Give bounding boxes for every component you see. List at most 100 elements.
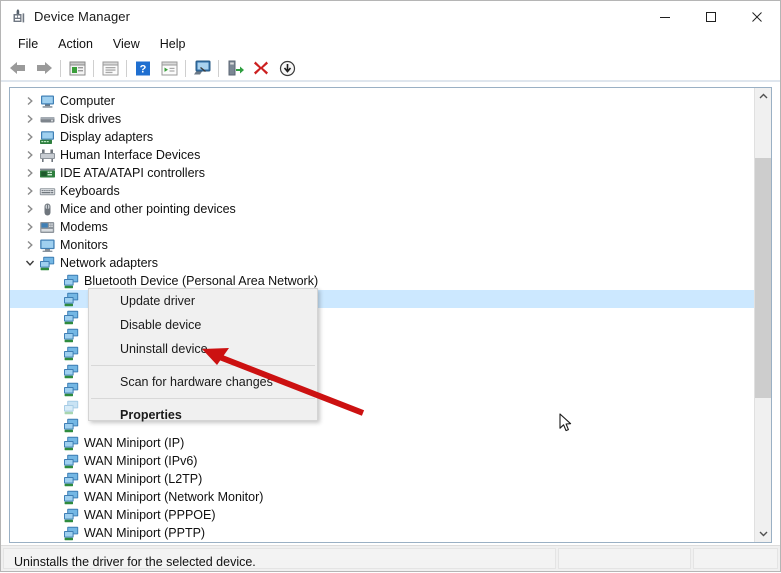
ide-controller-icon [38,165,56,181]
tree-item-wan-miniport-pptp[interactable]: WAN Miniport (PPTP) [10,524,754,542]
toolbar: ? [1,55,780,81]
tree-item-wan-miniport-l2tp[interactable]: WAN Miniport (L2TP) [10,470,754,488]
properties-button[interactable] [97,56,123,80]
tree-item-label: Modems [60,220,108,234]
window-controls [642,1,780,32]
scrollbar-thumb[interactable] [755,158,771,398]
tree-item-disk-drives[interactable]: Disk drives [10,110,754,128]
chevron-right-icon[interactable] [22,182,38,200]
chevron-right-icon[interactable] [22,92,38,110]
uninstall-device-button[interactable] [248,56,274,80]
tree-item-ide-ata-atapi-controllers[interactable]: IDE ATA/ATAPI controllers [10,164,754,182]
chevron-right-icon[interactable] [22,218,38,236]
context-menu-item-uninstall-device[interactable]: Uninstall device [89,337,317,361]
keyboard-icon [38,183,56,199]
context-menu-item-update-driver[interactable]: Update driver [89,289,317,313]
tree-item-label: Computer [60,94,115,108]
context-menu-item-disable-device[interactable]: Disable device [89,313,317,337]
chevron-right-icon[interactable] [22,146,38,164]
chevron-right-icon[interactable] [22,236,38,254]
context-menu-item-properties[interactable]: Properties [89,403,317,427]
scroll-down-button[interactable] [755,525,771,542]
menu-item-help[interactable]: Help [150,34,196,54]
chevron-right-icon[interactable] [22,164,38,182]
tree-item-network-adapters[interactable]: Network adapters [10,254,754,272]
tree-item-label: Display adapters [60,130,154,144]
network-adapter-disabled-icon [62,399,80,415]
tree-item-label: WAN Miniport (IP) [84,436,185,450]
update-driver-button[interactable] [222,56,248,80]
forward-button[interactable] [31,56,57,80]
menu-item-view[interactable]: View [103,34,150,54]
back-button[interactable] [5,56,31,80]
help-button[interactable]: ? [130,56,156,80]
tree-item-label: WAN Miniport (L2TP) [84,472,203,486]
tree-item-wan-miniport-network-monitor[interactable]: WAN Miniport (Network Monitor) [10,488,754,506]
tree-item-label: WAN Miniport (IPv6) [84,454,198,468]
network-adapter-icon [62,381,80,397]
tree-item-keyboards[interactable]: Keyboards [10,182,754,200]
tree-item-display-adapters[interactable]: Display adapters [10,128,754,146]
tree-item-label: Disk drives [60,112,122,126]
network-adapter-icon [62,507,80,523]
toolbar-separator-5 [218,59,219,77]
toolbar-separator-1 [60,59,61,77]
network-adapter-icon [62,471,80,487]
status-pane-2 [558,548,691,569]
tree-item-label: WAN Miniport (Network Monitor) [84,490,264,504]
minimize-button[interactable] [642,1,688,32]
menu-item-file[interactable]: File [8,34,48,54]
network-adapter-icon [62,417,80,433]
vertical-scrollbar[interactable] [754,88,771,542]
menu-item-action[interactable]: Action [48,34,103,54]
title-bar: Device Manager [1,1,780,33]
scan-hardware-changes-button[interactable] [189,56,215,80]
tree-item-label: WAN Miniport (PPPOE) [84,508,216,522]
computer-icon [38,93,56,109]
show-hidden-devices-button[interactable] [156,56,182,80]
disk-drive-icon [38,111,56,127]
tree-item-computer[interactable]: Computer [10,92,754,110]
tree-item-mice-and-other-pointing-devices[interactable]: Mice and other pointing devices [10,200,754,218]
chevron-right-icon[interactable] [22,128,38,146]
network-adapter-icon [62,453,80,469]
scroll-up-button[interactable] [755,88,771,105]
device-manager-icon [11,8,29,26]
network-adapter-icon [38,255,56,271]
status-bar: Uninstalls the driver for the selected d… [1,545,780,571]
tree-item-wan-miniport-pppoe[interactable]: WAN Miniport (PPPOE) [10,506,754,524]
close-button[interactable] [734,1,780,32]
disable-device-button[interactable] [274,56,300,80]
context-menu-item-scan-for-hardware-changes[interactable]: Scan for hardware changes [89,370,317,394]
tree-item-modems[interactable]: Modems [10,218,754,236]
network-adapter-icon [62,345,80,361]
status-pane-main: Uninstalls the driver for the selected d… [3,548,556,569]
tree-item-label: Monitors [60,238,108,252]
chevron-right-icon[interactable] [22,110,38,128]
network-adapter-icon [62,291,80,307]
tree-item-human-interface-devices[interactable]: Human Interface Devices [10,146,754,164]
network-adapter-icon [62,273,80,289]
context-menu[interactable]: Update driver Disable device Uninstall dev… [88,288,318,422]
tree-item-wan-miniport-ipv6[interactable]: WAN Miniport (IPv6) [10,452,754,470]
toolbar-separator-4 [185,59,186,77]
status-text: Uninstalls the driver for the selected d… [14,555,256,569]
tree-item-monitors[interactable]: Monitors [10,236,754,254]
chevron-down-icon[interactable] [22,254,38,272]
show-hide-console-tree-button[interactable] [64,56,90,80]
network-adapter-icon [62,489,80,505]
tree-item-label: Mice and other pointing devices [60,202,236,216]
tree-item-label: Keyboards [60,184,120,198]
tree-item-wan-miniport-ip[interactable]: WAN Miniport (IP) [10,434,754,452]
chevron-right-icon[interactable] [22,200,38,218]
maximize-button[interactable] [688,1,734,32]
